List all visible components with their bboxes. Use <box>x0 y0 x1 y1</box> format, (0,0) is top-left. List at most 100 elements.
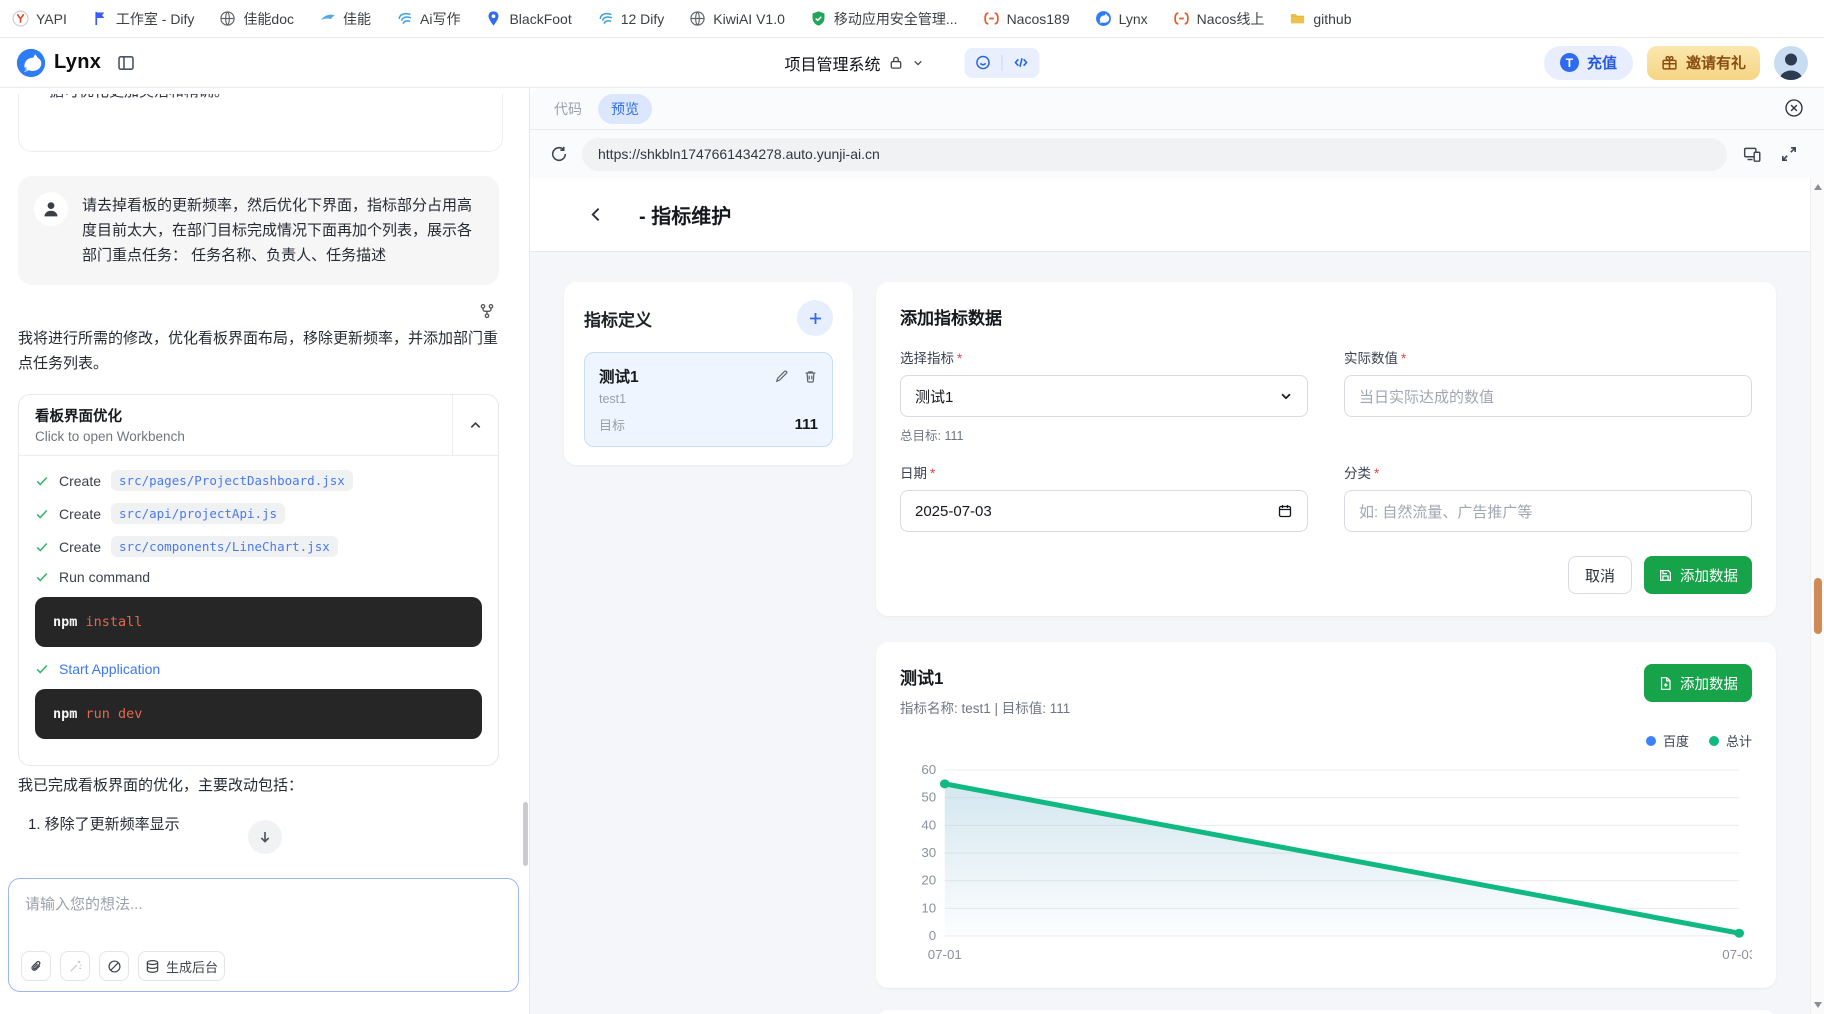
bird-favicon <box>319 10 336 27</box>
draw-off-button[interactable] <box>99 951 129 981</box>
svg-text:07-01: 07-01 <box>928 947 962 962</box>
bookmark-item[interactable]: 移动应用安全管理... <box>810 9 958 29</box>
required-mark: * <box>957 351 963 366</box>
bookmark-item[interactable]: Ai写作 <box>396 9 460 29</box>
chat-input[interactable]: 请输入您的想法... 生成后台 <box>8 878 519 992</box>
back-chevron-icon[interactable] <box>588 206 605 223</box>
close-icon[interactable] <box>1784 98 1804 118</box>
step-action: Create <box>59 505 102 522</box>
add-data-card: 添加指标数据 选择指标 * 测试1 总目标: 111 实际数值 * 当日实际达成… <box>876 282 1776 616</box>
code-mode-button[interactable] <box>1003 48 1040 78</box>
arrow-down-icon <box>257 829 273 845</box>
indicator-target-value: 111 <box>794 416 818 433</box>
page-body: 指标定义 测试1 test1 目标 111 添加指标数据 选择指标 * 测试1 … <box>530 252 1810 1014</box>
bookmark-item[interactable]: Nacos线上 <box>1173 9 1264 29</box>
category-input[interactable]: 如: 自然流量、广告推广等 <box>1344 490 1752 532</box>
tab-code[interactable]: 代码 <box>554 99 582 119</box>
chat-input-toolbar: 生成后台 <box>21 951 226 981</box>
chat-input-placeholder: 请输入您的想法... <box>25 896 143 913</box>
legend-item[interactable]: 百度 <box>1645 731 1689 750</box>
required-mark: * <box>930 466 936 481</box>
step-file-path[interactable]: src/api/projectApi.js <box>111 503 286 525</box>
bookmark-item[interactable]: 工作室 - Dify <box>92 9 194 29</box>
chat-scrollbar-thumb[interactable] <box>523 802 528 866</box>
device-toggle-icon[interactable] <box>1743 145 1762 164</box>
scrollbar-up-arrow[interactable] <box>1813 184 1822 190</box>
attach-button[interactable] <box>21 951 51 981</box>
chat-mode-button[interactable] <box>965 48 1002 78</box>
indicator-list-item[interactable]: 测试1 test1 目标 111 <box>584 352 833 447</box>
scrollbar-down-arrow[interactable] <box>1813 1002 1822 1008</box>
check-icon <box>35 570 49 584</box>
fullscreen-icon[interactable] <box>1780 145 1798 164</box>
bookmark-label: 移动应用安全管理... <box>833 10 958 27</box>
bookmark-item[interactable]: Nacos189 <box>983 10 1070 27</box>
collapse-button[interactable] <box>452 395 498 456</box>
add-indicator-button[interactable] <box>797 300 833 336</box>
project-switcher[interactable]: 项目管理系统 <box>784 51 924 75</box>
brand[interactable]: Lynx <box>16 48 101 78</box>
bookmark-item[interactable]: 12 Dify <box>597 10 665 27</box>
bookmark-item[interactable]: 佳能 <box>319 9 371 29</box>
scroll-to-bottom-button[interactable] <box>247 820 282 854</box>
bookmark-item[interactable]: BlackFoot <box>485 10 572 27</box>
step-file-path[interactable]: src/pages/ProjectDashboard.jsx <box>111 470 353 492</box>
bookmark-item[interactable]: KiwiAI V1.0 <box>689 10 785 27</box>
bookmark-label: 12 Dify <box>620 10 665 27</box>
user-avatar-icon <box>34 192 68 226</box>
recharge-button[interactable]: T 充值 <box>1543 45 1633 80</box>
edit-icon[interactable] <box>774 369 789 384</box>
sidebar-toggle-icon[interactable] <box>117 54 135 72</box>
step-file-path[interactable]: src/components/LineChart.jsx <box>111 536 338 558</box>
generate-backend-button[interactable]: 生成后台 <box>138 951 226 981</box>
date-input[interactable]: 2025-07-03 <box>900 490 1308 532</box>
chart-add-data-button[interactable]: 添加数据 <box>1644 664 1752 702</box>
bookmark-item[interactable]: YAPI <box>12 10 67 27</box>
avatar[interactable] <box>1774 45 1808 80</box>
check-icon <box>35 474 49 488</box>
refresh-icon[interactable] <box>550 145 568 163</box>
magic-wand-button[interactable] <box>60 951 90 981</box>
bookmark-item[interactable]: github <box>1289 10 1352 27</box>
bookmark-item[interactable]: Lynx <box>1095 10 1148 27</box>
legend-label: 总计 <box>1725 734 1752 749</box>
submit-add-data-button[interactable]: 添加数据 <box>1644 556 1752 594</box>
bookmark-label: 佳能doc <box>243 10 295 27</box>
pin-favicon <box>485 10 502 27</box>
bookmark-label: YAPI <box>36 10 67 27</box>
start-application-link[interactable]: Start Application <box>59 661 160 677</box>
bookmark-label: Ai写作 <box>420 10 461 27</box>
bookmarks-bar: YAPI 工作室 - Dify 佳能doc 佳能 Ai写作 BlackFoot 12 Dif… <box>0 0 1824 38</box>
invite-button[interactable]: 邀请有礼 <box>1646 45 1760 80</box>
svg-text:0: 0 <box>929 928 936 943</box>
svg-text:50: 50 <box>921 790 936 805</box>
assistant-intro: 我将进行所需的修改，优化看板界面布局，移除更新频率，并添加部门重点任务列表。 <box>18 329 499 372</box>
swirl-favicon <box>597 10 614 27</box>
step-action: Create <box>59 472 102 489</box>
cancel-button[interactable]: 取消 <box>1567 556 1632 594</box>
trash-icon[interactable] <box>803 369 818 384</box>
workbench-card[interactable]: 看板界面优化 Click to open Workbench Create src… <box>18 394 499 767</box>
mode-switch <box>964 47 1040 78</box>
indicator-name: 测试1 <box>599 369 639 386</box>
svg-text:07-03: 07-03 <box>1722 947 1752 962</box>
indicator-select[interactable]: 测试1 <box>900 375 1308 417</box>
legend-dot <box>1708 735 1719 746</box>
page-title: - 指标维护 <box>639 206 732 228</box>
workbench-steps: Create src/pages/ProjectDashboard.jsx Crea… <box>35 470 482 585</box>
bookmark-item[interactable]: 佳能doc <box>219 9 294 29</box>
legend-label: 百度 <box>1662 734 1689 749</box>
url-input[interactable]: https://shkbln1747661434278.auto.yunji-a… <box>582 137 1727 171</box>
clipped-text: 据可优化更加灵活和精确。 <box>49 94 472 101</box>
ban-icon <box>107 959 122 974</box>
legend-item[interactable]: 总计 <box>1708 731 1752 750</box>
globe-favicon <box>219 10 236 27</box>
actual-value-input[interactable]: 当日实际达成的数值 <box>1344 375 1752 417</box>
indicator-chart-card: 测试1 指标名称: test1 | 目标值: 111 添加数据 百度 总计 0 10… <box>876 642 1776 988</box>
tab-preview[interactable]: 预览 <box>598 93 652 124</box>
preview-scrollbar[interactable] <box>1810 178 1824 1014</box>
nacos-favicon <box>1173 10 1190 27</box>
chat-message-list[interactable]: 据可优化更加灵活和精确。 请去掉看板的更新频率，然后优化下界面，指标部分占用高度… <box>0 94 521 864</box>
scrollbar-thumb[interactable] <box>1814 578 1822 634</box>
branch-icon[interactable] <box>479 303 495 319</box>
